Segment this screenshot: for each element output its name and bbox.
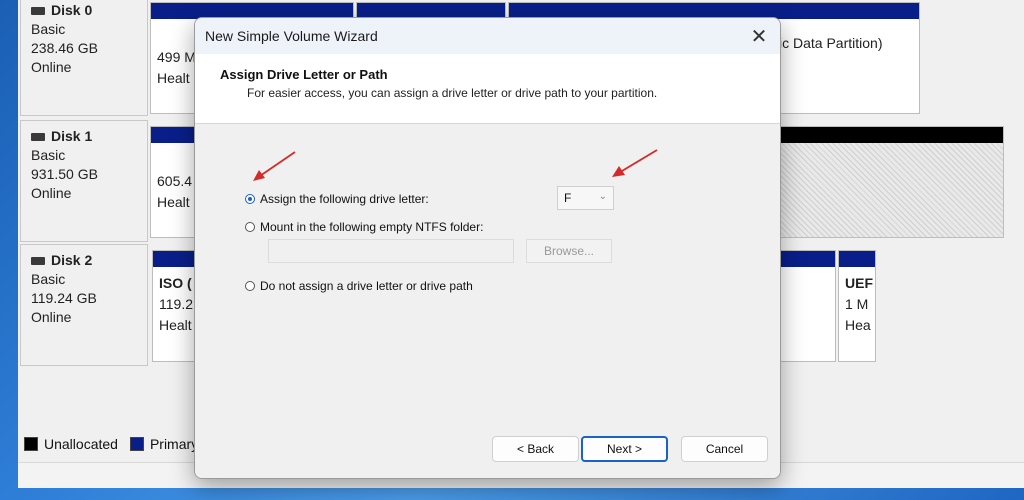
red-arrow-icon [612, 149, 658, 177]
partition[interactable]: ISO (119.2 Healt [152, 250, 200, 362]
drive-letter-select[interactable]: F ⌄ [557, 186, 614, 210]
disk-label-0[interactable]: Disk 0 Basic 238.46 GB Online [20, 0, 148, 116]
no-assign-label: Do not assign a drive letter or drive pa… [260, 279, 473, 293]
disk-icon [31, 132, 45, 141]
disk-status: Online [31, 185, 72, 201]
back-button[interactable]: < Back [492, 436, 579, 462]
assign-letter-label: Assign the following drive letter: [260, 192, 429, 206]
wizard-footer: < Back Next > Cancel [195, 428, 780, 478]
assign-letter-option[interactable]: Assign the following drive letter: [245, 192, 429, 206]
disk-name: Disk 1 [51, 128, 93, 144]
disk-label-2[interactable]: Disk 2 Basic 119.24 GB Online [20, 244, 148, 366]
legend-swatch-primary [129, 437, 144, 451]
disk-type: Basic [31, 21, 66, 37]
legend: Unallocated Primary [24, 436, 198, 452]
next-button[interactable]: Next > [581, 436, 668, 462]
disk-type: Basic [31, 271, 66, 287]
wizard-step-subtitle: For easier access, you can assign a driv… [247, 86, 658, 100]
chevron-down-icon: ⌄ [598, 191, 607, 202]
red-arrow-icon [253, 151, 296, 181]
disk-size: 931.50 GB [31, 166, 98, 182]
legend-unallocated: Unallocated [44, 436, 118, 452]
dialog-titlebar[interactable]: New Simple Volume Wizard ✕ [195, 18, 780, 54]
browse-button[interactable]: Browse... [526, 239, 612, 263]
mount-folder-label: Mount in the following empty NTFS folder… [260, 220, 484, 234]
disk-size: 238.46 GB [31, 40, 98, 56]
radio-checked-icon[interactable] [245, 194, 255, 204]
disk-label-1[interactable]: Disk 1 Basic 931.50 GB Online [20, 120, 148, 242]
disk-name: Disk 2 [51, 252, 93, 268]
dialog-title: New Simple Volume Wizard [205, 28, 378, 44]
disk-type: Basic [31, 147, 66, 163]
disk-icon [31, 256, 45, 265]
disk-status: Online [31, 59, 72, 75]
disk-size: 119.24 GB [31, 290, 97, 306]
legend-swatch-unallocated [24, 437, 38, 451]
unallocated-space[interactable] [768, 126, 1004, 238]
wizard-step-title: Assign Drive Letter or Path [220, 67, 388, 82]
radio-unchecked-icon[interactable] [245, 281, 255, 291]
close-button[interactable]: ✕ [738, 18, 780, 54]
disk-icon [31, 6, 45, 15]
no-assign-option[interactable]: Do not assign a drive letter or drive pa… [245, 279, 473, 293]
partition[interactable] [778, 250, 836, 362]
new-simple-volume-wizard: New Simple Volume Wizard ✕ Assign Drive … [194, 17, 781, 479]
wizard-header: Assign Drive Letter or Path For easier a… [195, 54, 780, 124]
legend-primary: Primary [149, 436, 199, 452]
radio-unchecked-icon[interactable] [245, 222, 255, 232]
close-icon: ✕ [750, 25, 768, 48]
wizard-body: Assign the following drive letter: Mount… [195, 124, 780, 434]
partition[interactable]: UEF 1 M Hea [838, 250, 876, 362]
cancel-button[interactable]: Cancel [681, 436, 768, 462]
mount-folder-option[interactable]: Mount in the following empty NTFS folder… [245, 220, 483, 234]
disk-status: Online [31, 309, 72, 325]
disk-name: Disk 0 [51, 2, 93, 18]
drive-letter-value: F [564, 191, 572, 205]
ntfs-folder-input[interactable] [268, 239, 514, 263]
